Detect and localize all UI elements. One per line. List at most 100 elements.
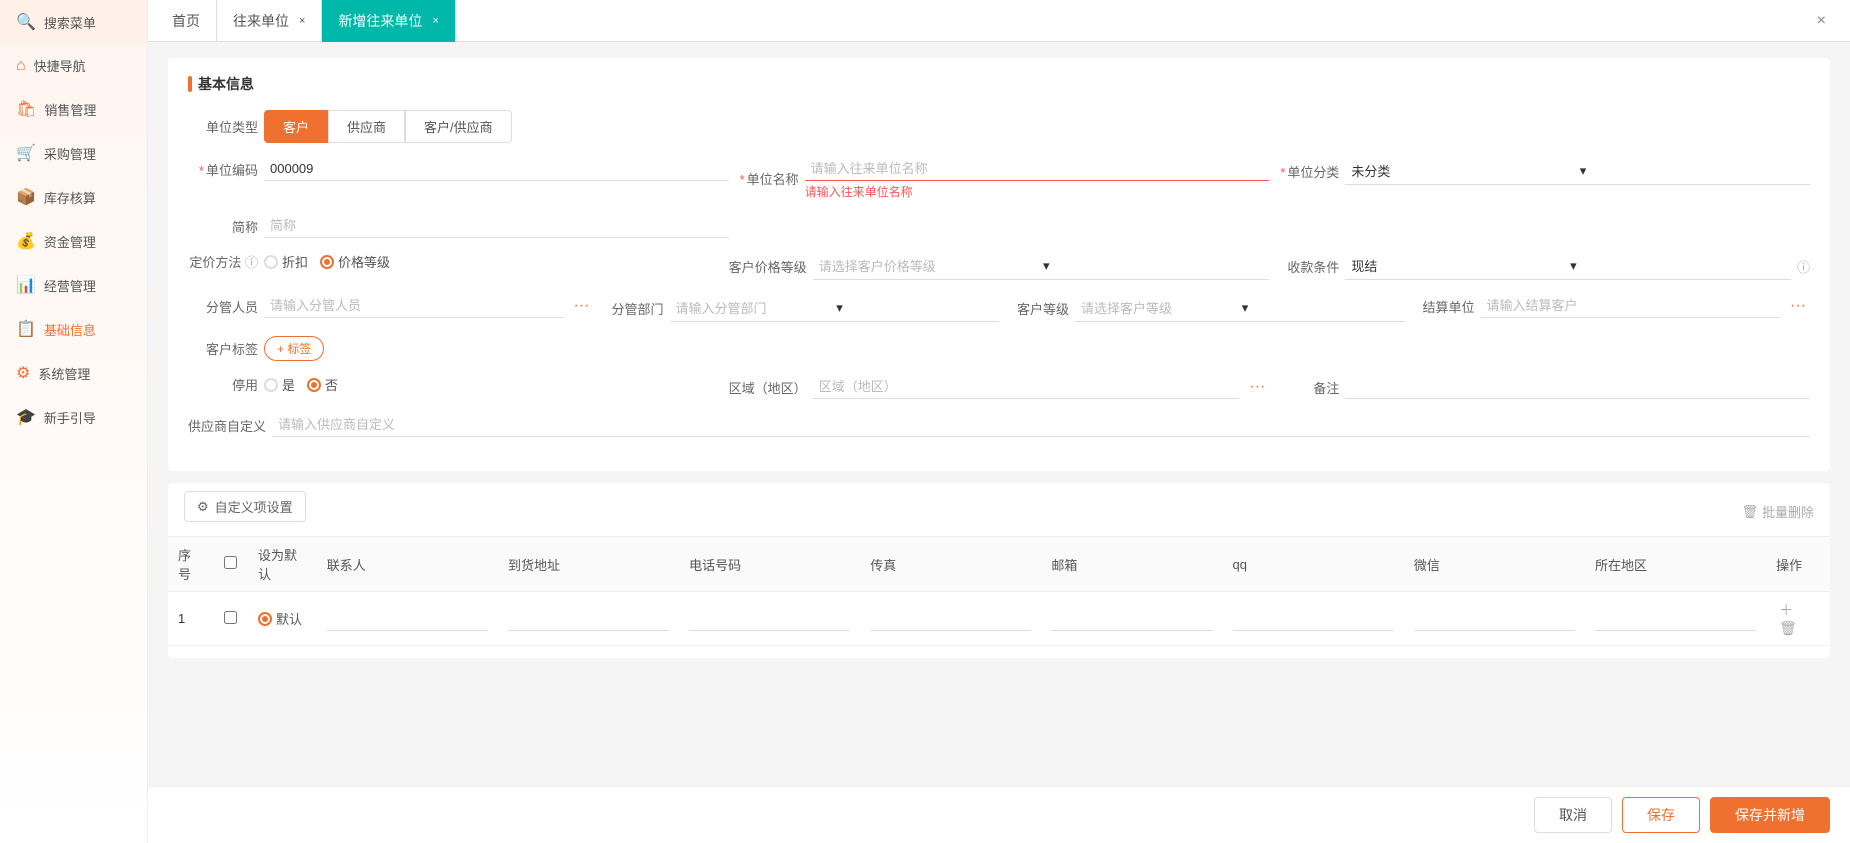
- sidebar-label-system: 系统管理: [38, 364, 90, 383]
- short-name-field: 简称: [188, 214, 729, 238]
- region-more-btn[interactable]: ···: [1245, 378, 1269, 396]
- department-arrow: ▾: [836, 300, 993, 316]
- pricing-level-radio[interactable]: [320, 255, 334, 269]
- unit-name-input[interactable]: [805, 157, 1270, 181]
- sidebar-item-sales[interactable]: 🛍 销售管理: [0, 87, 147, 131]
- supplier-custom-input[interactable]: [272, 413, 1810, 437]
- row-default-radio[interactable]: [258, 612, 272, 626]
- pricing-discount-label: 折扣: [282, 252, 308, 271]
- unit-type-supplier-btn[interactable]: 供应商: [328, 110, 405, 143]
- settings-icon: ⚙: [197, 499, 209, 515]
- unit-category-label: *单位分类: [1269, 162, 1339, 181]
- disabled-no-option[interactable]: 否: [307, 375, 338, 394]
- contacts-table-section: ⚙ 自定义项设置 🗑 批量删除 序号 设为默认 联系人: [168, 483, 1830, 658]
- manager-input[interactable]: [264, 294, 564, 318]
- section-bar-icon: [188, 76, 192, 92]
- tab-home[interactable]: 首页: [156, 0, 217, 42]
- col-qq: qq: [1223, 537, 1404, 592]
- payment-terms-select[interactable]: 现结 ▾: [1345, 252, 1791, 280]
- custom-settings-btn[interactable]: ⚙ 自定义项设置: [184, 491, 306, 522]
- add-tag-btn[interactable]: + 标签: [264, 336, 324, 361]
- row-contact: [317, 592, 498, 646]
- code-name-row: *单位编码 *单位名称 请输入往来单位名称 *单位分类: [188, 157, 1810, 200]
- customer-price-level-arrow: ▾: [1043, 258, 1263, 274]
- tab-new-partner[interactable]: 新增往来单位 ×: [322, 0, 455, 42]
- pricing-method-label: 定价方法 ⓘ: [188, 252, 258, 271]
- disabled-no-radio[interactable]: [307, 378, 321, 392]
- disabled-yes-option[interactable]: 是: [264, 375, 295, 394]
- tab-new-partner-close[interactable]: ×: [432, 15, 438, 27]
- unit-category-select[interactable]: 未分类 ▾: [1345, 157, 1810, 185]
- department-select[interactable]: 请输入分管部门 ▾: [670, 294, 1000, 322]
- unit-name-error: 请输入往来单位名称: [805, 183, 1270, 200]
- basic-icon: 📋: [16, 319, 36, 339]
- remarks-input[interactable]: [1345, 375, 1810, 399]
- unit-category-value: 未分类: [1351, 161, 1575, 180]
- row-address-input[interactable]: [508, 607, 669, 631]
- unit-type-row: 单位类型 客户 供应商 客户/供应商: [188, 110, 1810, 143]
- select-all-checkbox[interactable]: [224, 556, 237, 569]
- unit-type-group: 客户 供应商 客户/供应商: [264, 110, 512, 143]
- row-add-btn[interactable]: ＋: [1779, 602, 1793, 618]
- row-checkbox[interactable]: [224, 611, 237, 624]
- tab-partners-close[interactable]: ×: [299, 15, 305, 27]
- row-qq: [1223, 592, 1404, 646]
- unit-type-both-btn[interactable]: 客户/供应商: [405, 110, 512, 143]
- row-fax: [860, 592, 1041, 646]
- sidebar-item-guide[interactable]: 🎓 新手引导: [0, 395, 147, 439]
- table-header-row: 序号 设为默认 联系人 到货地址 电话号码 传真 邮箱 qq 微信 所在地区: [168, 537, 1830, 592]
- row-default: 默认: [248, 592, 317, 646]
- supplier-custom-field: 供应商自定义: [188, 413, 1810, 437]
- settlement-unit-input[interactable]: [1481, 294, 1781, 318]
- unit-type-field: 单位类型 客户 供应商 客户/供应商: [188, 110, 1810, 143]
- sidebar-item-operations[interactable]: 📊 经营管理: [0, 263, 147, 307]
- region-label: 区域（地区）: [729, 378, 807, 397]
- short-name-input[interactable]: [264, 214, 729, 238]
- tab-partners[interactable]: 往来单位 ×: [217, 0, 322, 42]
- row-id: 1: [168, 592, 212, 646]
- pricing-help-icon[interactable]: ⓘ: [245, 255, 258, 270]
- row-contact-input[interactable]: [327, 607, 488, 631]
- action-bar: 取消 保存 保存并新增: [148, 786, 1850, 843]
- col-fax: 传真: [860, 537, 1041, 592]
- manager-more-btn[interactable]: ···: [570, 297, 594, 315]
- row-qq-input[interactable]: [1233, 607, 1394, 631]
- close-all-tabs[interactable]: ×: [1801, 12, 1842, 30]
- pricing-discount-radio[interactable]: [264, 255, 278, 269]
- sidebar-item-finance[interactable]: 💰 资金管理: [0, 219, 147, 263]
- pricing-level-option[interactable]: 价格等级: [320, 252, 390, 271]
- sidebar-item-quicknav[interactable]: ⌂ 快捷导航: [0, 44, 147, 87]
- settlement-unit-label: 结算单位: [1405, 297, 1475, 316]
- batch-delete-btn[interactable]: 🗑 批量删除: [1741, 502, 1814, 521]
- row-region-input[interactable]: [1595, 607, 1756, 631]
- sidebar-item-purchase[interactable]: 🛒 采购管理: [0, 131, 147, 175]
- save-new-button[interactable]: 保存并新增: [1710, 797, 1830, 833]
- row-phone-input[interactable]: [689, 607, 850, 631]
- row-email-input[interactable]: [1051, 607, 1212, 631]
- row-default-radio-label[interactable]: 默认: [258, 609, 307, 628]
- row-wechat-input[interactable]: [1414, 607, 1575, 631]
- main-panel: 首页 往来单位 × 新增往来单位 × × 基本信息 单位类型 客户: [148, 0, 1850, 843]
- unit-category-arrow: ▾: [1580, 163, 1804, 179]
- settlement-more-btn[interactable]: ···: [1786, 297, 1810, 315]
- operations-icon: 📊: [16, 275, 36, 295]
- pricing-discount-option[interactable]: 折扣: [264, 252, 308, 271]
- sidebar-item-search[interactable]: 🔍 搜索菜单: [0, 0, 147, 44]
- region-input[interactable]: [813, 375, 1240, 399]
- unit-type-customer-btn[interactable]: 客户: [264, 110, 328, 143]
- cancel-button[interactable]: 取消: [1534, 797, 1612, 833]
- customer-price-level-select[interactable]: 请选择客户价格等级 ▾: [813, 252, 1270, 280]
- customer-level-select[interactable]: 请选择客户等级 ▾: [1075, 294, 1405, 322]
- unit-code-input[interactable]: [264, 157, 729, 181]
- disabled-no-label: 否: [325, 375, 338, 394]
- sidebar-item-inventory[interactable]: 📦 库存核算: [0, 175, 147, 219]
- save-button[interactable]: 保存: [1622, 797, 1700, 833]
- row-fax-input[interactable]: [870, 607, 1031, 631]
- sidebar-item-system[interactable]: ⚙ 系统管理: [0, 351, 147, 395]
- sidebar-item-basic[interactable]: 📋 基础信息: [0, 307, 147, 351]
- disabled-yes-radio[interactable]: [264, 378, 278, 392]
- unit-name-field: *单位名称 请输入往来单位名称: [729, 157, 1270, 200]
- payment-terms-help[interactable]: ⓘ: [1797, 257, 1810, 276]
- row-delete-btn[interactable]: 🗑: [1779, 620, 1797, 636]
- col-wechat: 微信: [1404, 537, 1585, 592]
